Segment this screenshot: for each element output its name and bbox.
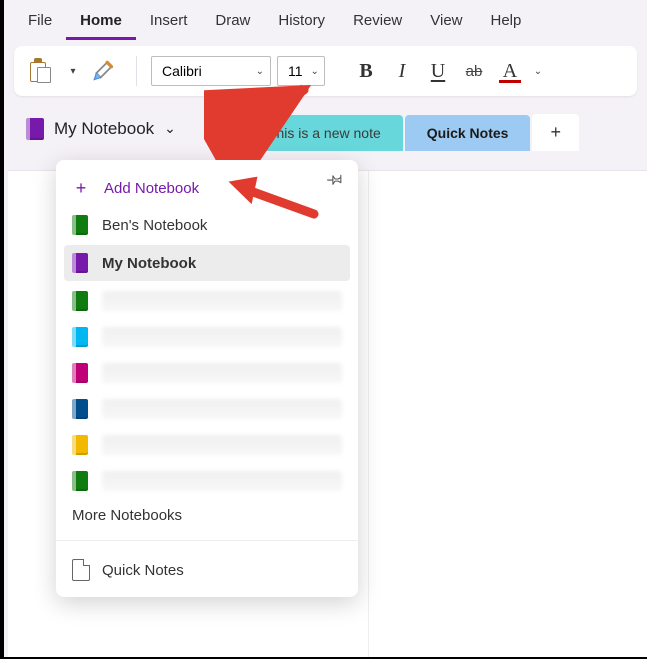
paste-button[interactable] (24, 54, 58, 88)
menu-insert[interactable]: Insert (136, 6, 202, 40)
notebook-item[interactable] (56, 427, 358, 463)
notebook-selector[interactable]: My Notebook ⌄ (16, 106, 186, 151)
notebook-icon (72, 291, 88, 311)
menu-view[interactable]: View (416, 6, 476, 40)
notebook-current-label: My Notebook (54, 119, 154, 139)
dropdown-quick-notes-label: Quick Notes (102, 562, 184, 579)
notebook-icon (26, 118, 44, 140)
menu-file[interactable]: File (14, 6, 66, 40)
notebook-list: Ben's Notebook My Notebook (56, 207, 358, 499)
font-color-dropdown-caret[interactable]: ⌄ (529, 54, 547, 88)
notebook-icon (72, 363, 88, 383)
notebook-icon (72, 253, 88, 273)
notebook-item-label: Ben's Notebook (102, 217, 207, 234)
paste-icon (30, 58, 52, 84)
tab-add-section[interactable]: + (532, 114, 579, 151)
paste-dropdown-caret[interactable]: ▾ (64, 54, 82, 88)
font-name-value: Calibri (162, 63, 202, 79)
strikethrough-button[interactable]: ab (457, 54, 491, 88)
notebook-item[interactable] (56, 319, 358, 355)
chevron-down-icon: ⌄ (256, 66, 264, 77)
redacted-label (102, 291, 342, 311)
menu-history[interactable]: History (264, 6, 339, 40)
format-painter-button[interactable] (88, 54, 122, 88)
font-size-value: 11 (288, 63, 303, 79)
notebook-item[interactable]: My Notebook (64, 245, 350, 281)
more-notebooks-button[interactable]: More Notebooks (56, 499, 358, 532)
menu-home[interactable]: Home (66, 6, 136, 40)
page-icon (72, 559, 90, 581)
tab-quick-notes[interactable]: Quick Notes (405, 115, 531, 151)
dropdown-divider (56, 540, 358, 541)
italic-button[interactable]: I (385, 54, 419, 88)
ribbon: ▾ Calibri ⌄ 11 ⌄ B I U ab A ⌄ (14, 46, 637, 96)
notebook-icon (72, 471, 88, 491)
notebook-icon (72, 399, 88, 419)
font-color-button[interactable]: A (493, 54, 527, 88)
annotation-arrow-2 (214, 170, 324, 230)
format-painter-icon (92, 58, 118, 84)
redacted-label (102, 399, 342, 419)
chevron-down-icon: ⌄ (311, 66, 319, 77)
redacted-label (102, 327, 342, 347)
redacted-label (102, 435, 342, 455)
annotation-arrow-1 (204, 80, 314, 160)
underline-button[interactable]: U (421, 54, 455, 88)
menu-bar: File Home Insert Draw History Review Vie… (4, 0, 647, 40)
notebook-item[interactable] (56, 391, 358, 427)
ribbon-divider (136, 56, 137, 86)
ribbon-clipboard-group: ▾ (24, 54, 122, 88)
chevron-down-icon: ⌄ (164, 120, 176, 137)
menu-review[interactable]: Review (339, 6, 416, 40)
more-notebooks-label: More Notebooks (72, 507, 182, 524)
ribbon-format-group: B I U ab A ⌄ (349, 54, 547, 88)
notebook-item[interactable] (56, 355, 358, 391)
page-edge (368, 171, 369, 657)
notebook-icon (72, 215, 88, 235)
notebook-item[interactable] (56, 283, 358, 319)
menu-help[interactable]: Help (477, 6, 536, 40)
bold-button[interactable]: B (349, 54, 383, 88)
notebook-header: My Notebook ⌄ This is a new note Quick N… (4, 106, 647, 151)
chevron-down-icon: ⌄ (534, 66, 542, 77)
redacted-label (102, 471, 342, 491)
font-color-swatch (499, 80, 521, 83)
add-notebook-label: Add Notebook (104, 180, 199, 197)
dropdown-quick-notes[interactable]: Quick Notes (56, 549, 358, 591)
plus-icon: + (72, 178, 90, 199)
notebook-icon (72, 327, 88, 347)
notebook-icon (72, 435, 88, 455)
chevron-down-icon: ▾ (70, 66, 75, 77)
notebook-item[interactable] (56, 463, 358, 499)
menu-draw[interactable]: Draw (201, 6, 264, 40)
notebook-item-label: My Notebook (102, 255, 196, 272)
redacted-label (102, 363, 342, 383)
